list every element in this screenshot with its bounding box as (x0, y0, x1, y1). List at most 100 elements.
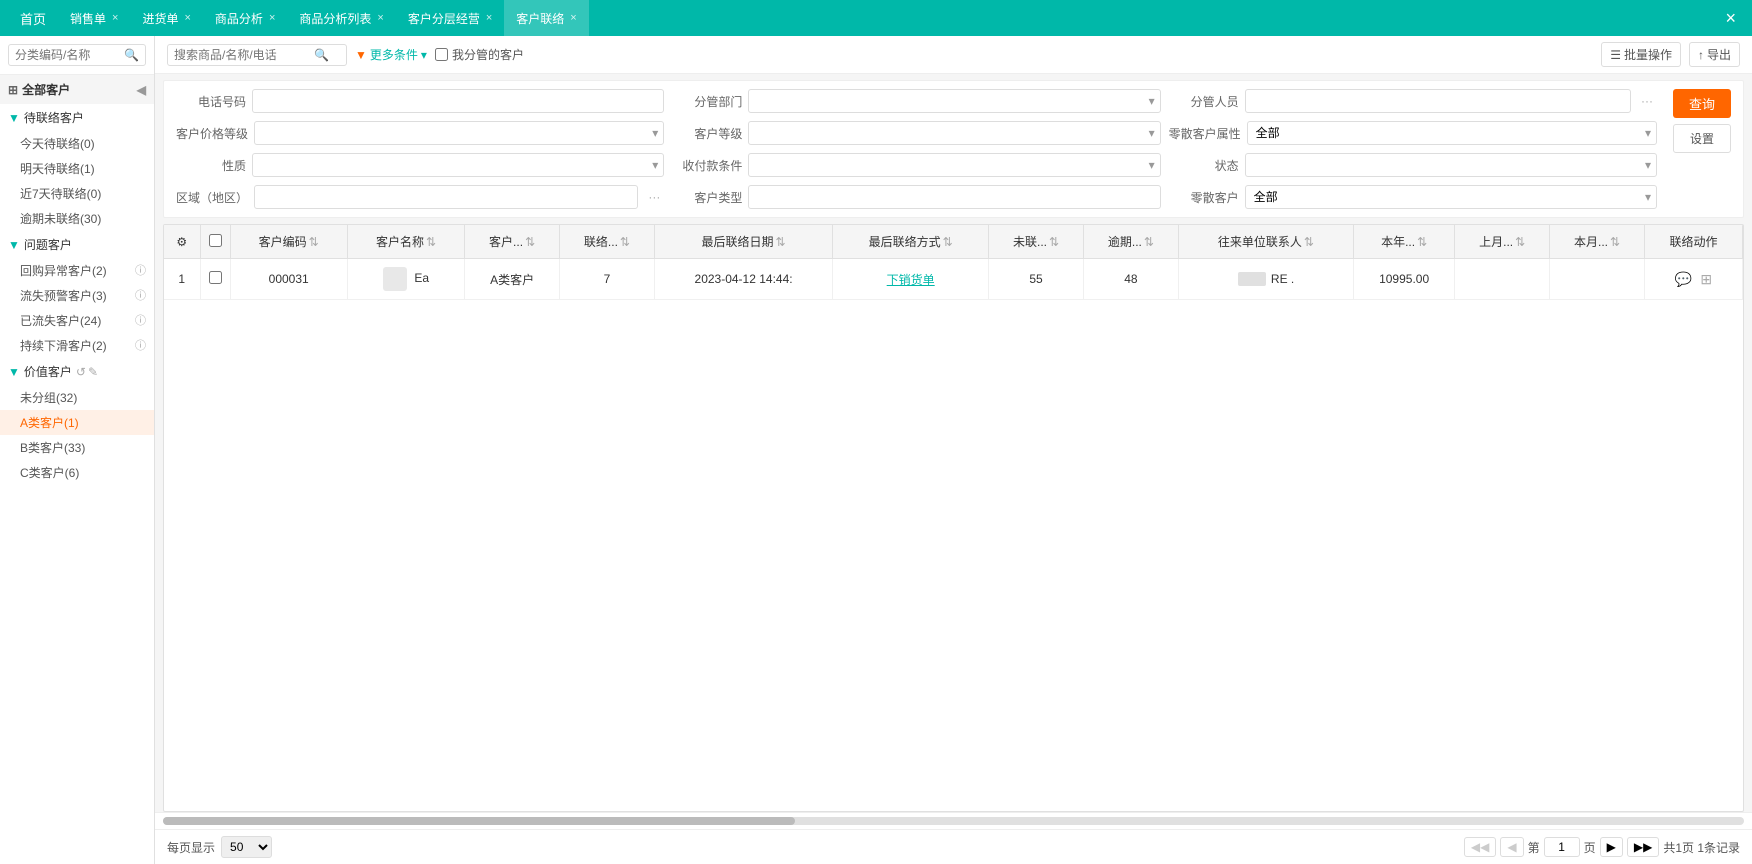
filter-manager: 分管人员 ··· (1169, 89, 1657, 113)
main-search-icon[interactable]: 🔍 (314, 48, 329, 62)
more-conditions-btn[interactable]: ▼ 更多条件 ▾ (355, 46, 427, 63)
nav-product-analysis[interactable]: 商品分析 × (203, 0, 287, 36)
scroll-thumb[interactable] (163, 817, 795, 825)
sort-icon-code[interactable]: ⇅ (309, 235, 319, 249)
retail-customer-label: 零散客户 (1169, 189, 1239, 206)
close-customer-contact-tab[interactable]: × (570, 12, 576, 24)
retail-customer-select[interactable]: 全部 (1245, 185, 1657, 209)
nav-sales[interactable]: 销售单 × (58, 0, 130, 36)
col-checkbox (200, 225, 230, 259)
arrow-icon: ▼ (8, 111, 20, 125)
page-end-label: 页 (1584, 839, 1596, 856)
nav-purchase[interactable]: 进货单 × (130, 0, 202, 36)
select-all-checkbox[interactable] (209, 234, 222, 247)
sort-icon-thismonth[interactable]: ⇅ (1610, 235, 1620, 249)
export-button[interactable]: ↑ 导出 (1689, 42, 1740, 67)
sort-icon-overdue[interactable]: ⇅ (1144, 235, 1154, 249)
sidebar-item-b-class[interactable]: B类客户(33) (0, 435, 154, 460)
my-customers-checkbox-label[interactable]: 我分管的客户 (435, 46, 524, 63)
batch-op-icon: ☰ (1610, 48, 1621, 62)
nav-customer-tier[interactable]: 客户分层经营 × (396, 0, 504, 36)
cell-last-date: 2023-04-12 14:44: (654, 259, 832, 300)
app-close-button[interactable]: × (1717, 8, 1744, 29)
setting-button[interactable]: 设置 (1673, 124, 1731, 153)
sort-icon-thisyear[interactable]: ⇅ (1417, 235, 1427, 249)
sort-icon-nocontact[interactable]: ⇅ (1049, 235, 1059, 249)
close-customer-tier-tab[interactable]: × (486, 12, 492, 24)
price-tier-select[interactable] (254, 121, 664, 145)
sort-icon-unit[interactable]: ⇅ (1304, 235, 1314, 249)
horizontal-scroll-area[interactable] (155, 812, 1752, 829)
retail-attr-select[interactable]: 全部 (1247, 121, 1657, 145)
sidebar-item-7days-pending[interactable]: 近7天待联络(0) (0, 181, 154, 206)
sort-icon-date[interactable]: ⇅ (776, 235, 786, 249)
sidebar-group-value[interactable]: ▼ 价值客户 ↺ ✎ (0, 358, 154, 385)
sidebar-all-customers[interactable]: ⊞ 全部客户 ◀ (0, 75, 154, 104)
nav-home[interactable]: 首页 (8, 0, 58, 36)
prev-page-button[interactable]: ◀ (1500, 837, 1523, 857)
per-page-select[interactable]: 50 100 200 (221, 836, 272, 858)
sidebar-collapse-icon[interactable]: ◀ (137, 83, 146, 97)
refresh-icon[interactable]: ↺ (76, 365, 86, 379)
sidebar-item-a-class[interactable]: A类客户(1) (0, 410, 154, 435)
sidebar-item-today-pending[interactable]: 今天待联络(0) (0, 131, 154, 156)
sort-icon-lastmonth[interactable]: ⇅ (1515, 235, 1525, 249)
close-product-list-tab[interactable]: × (377, 12, 383, 24)
region-label: 区域（地区） (176, 189, 248, 206)
row-checkbox[interactable] (209, 271, 222, 284)
sidebar-group-pending[interactable]: ▼ 待联络客户 (0, 104, 154, 131)
query-button[interactable]: 查询 (1673, 89, 1731, 118)
sidebar-group-problem[interactable]: ▼ 问题客户 (0, 231, 154, 258)
phone-input[interactable] (252, 89, 664, 113)
filter-nature: 性质 ▾ (176, 153, 664, 177)
nature-select[interactable] (252, 153, 664, 177)
sidebar-item-c-class[interactable]: C类客户(6) (0, 460, 154, 485)
edit-value-icon[interactable]: ✎ (88, 365, 98, 379)
sidebar-item-churned[interactable]: 已流失客户(24) ⓘ (0, 308, 154, 333)
customer-tier-select[interactable] (748, 121, 1160, 145)
customer-type-input[interactable] (748, 185, 1160, 209)
dept-select-wrap: ▾ (748, 89, 1160, 113)
region-dots-btn[interactable]: ··· (644, 190, 664, 204)
close-product-analysis-tab[interactable]: × (269, 12, 275, 24)
sort-icon-method[interactable]: ⇅ (943, 235, 953, 249)
sidebar-item-churn-warning[interactable]: 流失预警客户(3) ⓘ (0, 283, 154, 308)
next-page-button[interactable]: ▶ (1600, 837, 1623, 857)
nav-customer-contact[interactable]: 客户联络 × (504, 0, 588, 36)
sidebar-item-repurchase-abnormal[interactable]: 回购异常客户(2) ⓘ (0, 258, 154, 283)
col-settings[interactable]: ⚙ (164, 225, 200, 259)
top-nav: 首页 销售单 × 进货单 × 商品分析 × 商品分析列表 × 客户分层经营 × … (0, 0, 1752, 36)
info-icon-4: ⓘ (135, 337, 146, 353)
sort-icon-contact[interactable]: ⇅ (620, 235, 630, 249)
last-page-button[interactable]: ▶▶ (1627, 837, 1659, 857)
main-search-input[interactable] (174, 48, 314, 62)
sidebar-item-ungrouped[interactable]: 未分组(32) (0, 385, 154, 410)
first-page-button[interactable]: ◀◀ (1464, 837, 1496, 857)
sort-icon-name[interactable]: ⇅ (426, 235, 436, 249)
payment-select[interactable] (748, 153, 1160, 177)
col-unit-contact: 往来单位联系人⇅ (1178, 225, 1353, 259)
last-method-link[interactable]: 下销货单 (887, 273, 935, 287)
manager-input[interactable] (1245, 89, 1631, 113)
page-number-input[interactable] (1544, 837, 1580, 857)
sort-icon-type[interactable]: ⇅ (525, 235, 535, 249)
batch-operation-button[interactable]: ☰ 批量操作 (1601, 42, 1681, 67)
my-customers-checkbox[interactable] (435, 48, 448, 61)
status-select[interactable] (1245, 153, 1657, 177)
qr-icon[interactable]: ⊞ (1700, 271, 1712, 288)
nav-product-list[interactable]: 商品分析列表 × (287, 0, 395, 36)
manager-dots-btn[interactable]: ··· (1637, 94, 1657, 108)
sidebar-search-icon[interactable]: 🔍 (124, 48, 139, 62)
dept-select[interactable] (748, 89, 1160, 113)
cell-code: 000031 (230, 259, 347, 300)
main-layout: 🔍 ⊞ 全部客户 ◀ ▼ 待联络客户 今天待联络(0) 明天待联络(1) 近7天… (0, 36, 1752, 864)
sidebar-item-overdue-pending[interactable]: 逾期未联络(30) (0, 206, 154, 231)
message-icon[interactable]: 💬 (1675, 271, 1692, 288)
advanced-filter-panel: 电话号码 分管部门 ▾ 分管人员 (163, 80, 1744, 218)
filter-dept: 分管部门 ▾ (672, 89, 1160, 113)
close-sales-tab[interactable]: × (112, 12, 118, 24)
sidebar-item-tomorrow-pending[interactable]: 明天待联络(1) (0, 156, 154, 181)
region-input[interactable] (254, 185, 638, 209)
sidebar-item-declining[interactable]: 持续下滑客户(2) ⓘ (0, 333, 154, 358)
close-purchase-tab[interactable]: × (184, 12, 190, 24)
